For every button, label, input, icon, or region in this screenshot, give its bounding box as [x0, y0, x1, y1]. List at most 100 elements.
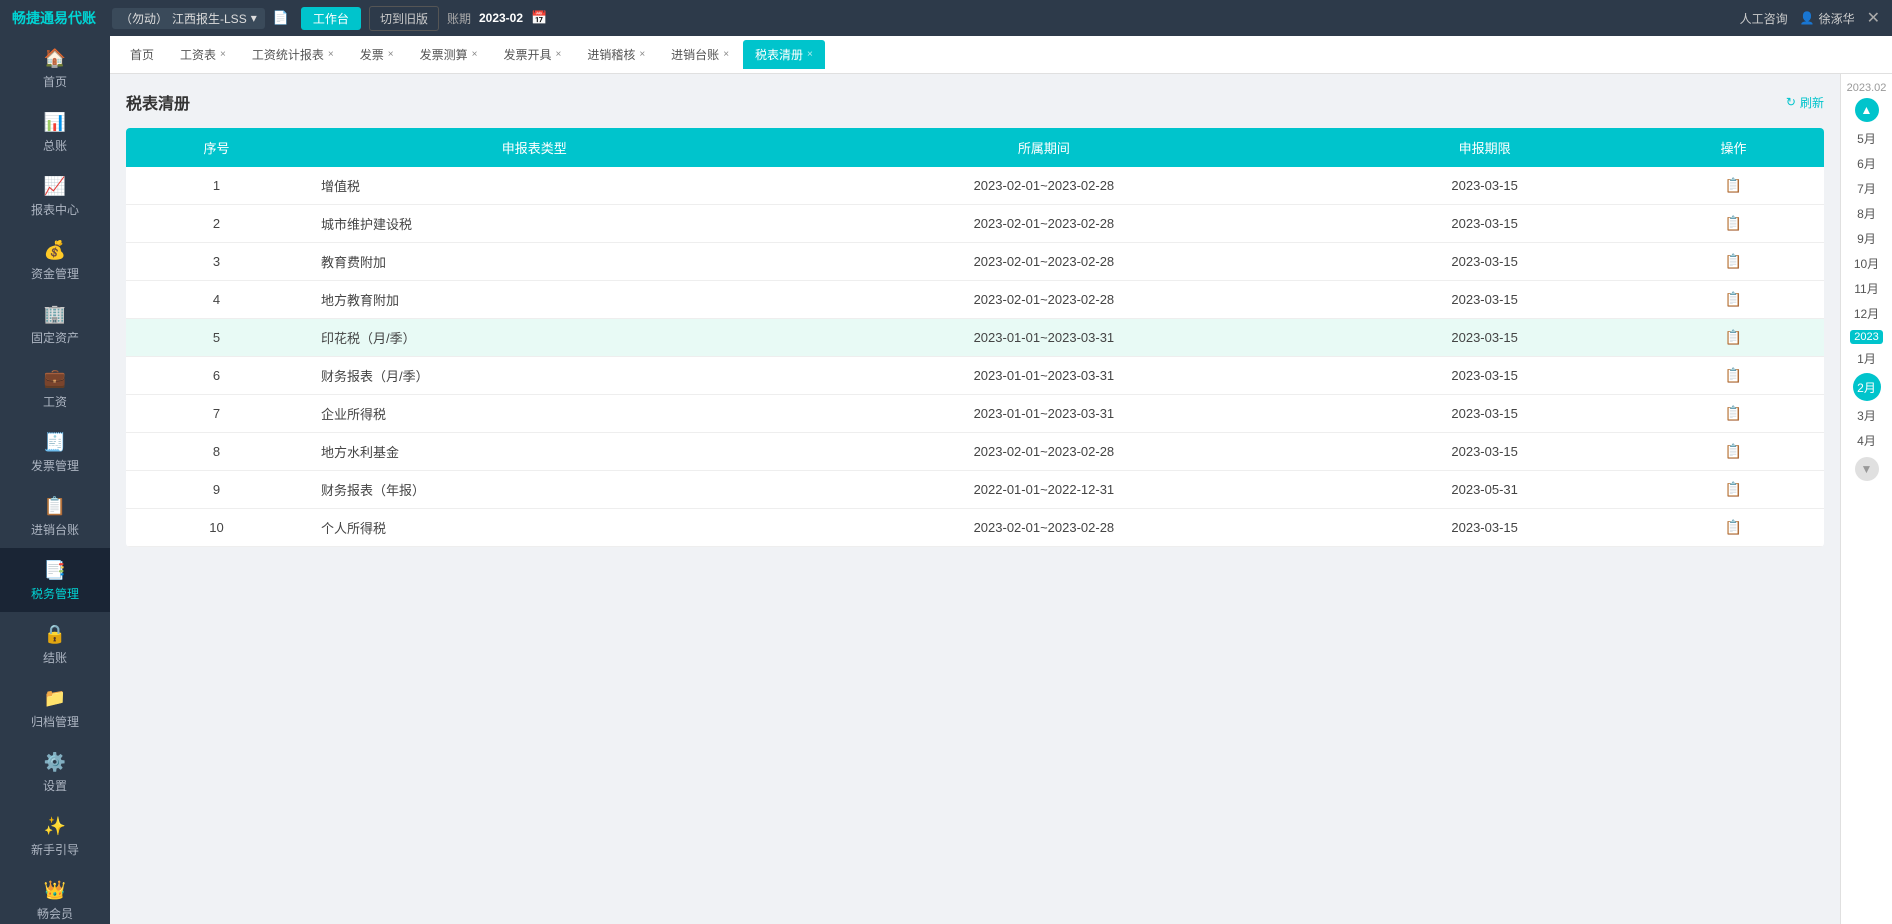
panel-month-2-active[interactable]: 2月 [1853, 373, 1881, 401]
action-doc-icon[interactable]: 📋 [1725, 329, 1742, 345]
sidebar-item-archive[interactable]: 📁 归档管理 [0, 676, 110, 740]
cell-type: 城市维护建设税 [307, 205, 761, 243]
table-row: 9 财务报表（年报） 2022-01-01~2022-12-31 2023-05… [126, 471, 1824, 509]
company-name: 江西报生-LSS [172, 10, 247, 27]
action-doc-icon[interactable]: 📋 [1725, 253, 1742, 269]
sidebar-item-close[interactable]: 🔒 结账 [0, 612, 110, 676]
sidebar-item-home[interactable]: 🏠 首页 [0, 36, 110, 100]
tab-salary-report-close[interactable]: × [328, 49, 334, 60]
cell-action[interactable]: 📋 [1643, 471, 1824, 509]
tab-salary-close[interactable]: × [220, 49, 226, 60]
sidebar-item-invoice[interactable]: 🧾 发票管理 [0, 420, 110, 484]
cell-action[interactable]: 📋 [1643, 395, 1824, 433]
sidebar-item-member[interactable]: 👑 畅会员 [0, 868, 110, 924]
action-doc-icon[interactable]: 📋 [1725, 405, 1742, 421]
sidebar-label-home: 首页 [43, 73, 67, 90]
tab-salary[interactable]: 工资表 × [168, 40, 238, 69]
sidebar-label-member: 畅会员 [37, 905, 73, 922]
table-row: 8 地方水利基金 2023-02-01~2023-02-28 2023-03-1… [126, 433, 1824, 471]
sidebar-item-ledger[interactable]: 📊 总账 [0, 100, 110, 164]
cell-action[interactable]: 📋 [1643, 205, 1824, 243]
username: 徐涿华 [1819, 10, 1855, 27]
close-icon: 🔒 [44, 624, 66, 645]
sidebar-item-tax[interactable]: 📑 税务管理 [0, 548, 110, 612]
salary-icon: 💼 [44, 368, 66, 389]
cell-period: 2023-02-01~2023-02-28 [761, 205, 1326, 243]
sidebar-item-fixed[interactable]: 🏢 固定资产 [0, 292, 110, 356]
home-icon: 🏠 [44, 48, 66, 69]
panel-month-6[interactable]: 6月 [1841, 151, 1892, 176]
close-window-icon[interactable]: ✕ [1867, 8, 1880, 28]
cell-action[interactable]: 📋 [1643, 319, 1824, 357]
sidebar-item-salary[interactable]: 💼 工资 [0, 356, 110, 420]
cell-deadline: 2023-03-15 [1326, 281, 1643, 319]
table-row: 4 地方教育附加 2023-02-01~2023-02-28 2023-03-1… [126, 281, 1824, 319]
tab-tax-clear[interactable]: 税表清册 × [743, 40, 825, 69]
cell-action[interactable]: 📋 [1643, 243, 1824, 281]
cell-action[interactable]: 📋 [1643, 357, 1824, 395]
sidebar-item-purchase[interactable]: 📋 进销台账 [0, 484, 110, 548]
cell-action[interactable]: 📋 [1643, 509, 1824, 547]
tab-tax-clear-close[interactable]: × [807, 49, 813, 60]
table-row: 6 财务报表（月/季） 2023-01-01~2023-03-31 2023-0… [126, 357, 1824, 395]
panel-month-8[interactable]: 8月 [1841, 201, 1892, 226]
sidebar-label-guide: 新手引导 [31, 841, 79, 858]
action-doc-icon[interactable]: 📋 [1725, 291, 1742, 307]
col-header-period: 所属期间 [761, 128, 1326, 167]
panel-month-3[interactable]: 3月 [1841, 403, 1892, 428]
panel-month-11[interactable]: 11月 [1841, 276, 1892, 301]
company-selector[interactable]: （勿动） 江西报生-LSS ▾ [112, 8, 265, 29]
tab-purchase-ledger-close[interactable]: × [723, 49, 729, 60]
sidebar-label-purchase: 进销台账 [31, 521, 79, 538]
tab-purchase-ledger[interactable]: 进销台账 × [659, 40, 741, 69]
action-doc-icon[interactable]: 📋 [1725, 443, 1742, 459]
panel-month-1[interactable]: 1月 [1841, 346, 1892, 371]
cell-action[interactable]: 📋 [1643, 281, 1824, 319]
action-doc-icon[interactable]: 📋 [1725, 519, 1742, 535]
action-doc-icon[interactable]: 📋 [1725, 481, 1742, 497]
cell-action[interactable]: 📋 [1643, 167, 1824, 205]
sidebar-item-settings[interactable]: ⚙️ 设置 [0, 740, 110, 804]
switch-button[interactable]: 切到旧版 [369, 6, 439, 31]
table-row: 3 教育费附加 2023-02-01~2023-02-28 2023-03-15… [126, 243, 1824, 281]
tax-table: 序号 申报表类型 所属期间 申报期限 操作 1 增值税 2023-02-01~2… [126, 128, 1824, 547]
sidebar-item-report[interactable]: 📈 报表中心 [0, 164, 110, 228]
tab-invoice[interactable]: 发票 × [348, 40, 406, 69]
table-row: 1 增值税 2023-02-01~2023-02-28 2023-03-15 📋 [126, 167, 1824, 205]
company-tag: （勿动） [120, 10, 168, 27]
calendar-icon[interactable]: 📅 [531, 10, 547, 26]
tab-purchase-check[interactable]: 进销稽核 × [575, 40, 657, 69]
workspace-button[interactable]: 工作台 [301, 7, 361, 30]
user-avatar[interactable]: 👤 徐涿华 [1800, 10, 1855, 27]
ai-consult[interactable]: 人工咨询 [1740, 10, 1788, 27]
tab-invoice-open[interactable]: 发票开具 × [491, 40, 573, 69]
tab-purchase-check-label: 进销稽核 [587, 46, 635, 63]
panel-month-7[interactable]: 7月 [1841, 176, 1892, 201]
cell-period: 2022-01-01~2022-12-31 [761, 471, 1326, 509]
sidebar-item-fund[interactable]: 💰 资金管理 [0, 228, 110, 292]
panel-scroll-down[interactable]: ▼ [1855, 457, 1879, 481]
cell-period: 2023-01-01~2023-03-31 [761, 357, 1326, 395]
tab-invoice-calc[interactable]: 发票测算 × [408, 40, 490, 69]
sidebar-item-guide[interactable]: ✨ 新手引导 [0, 804, 110, 868]
panel-month-10[interactable]: 10月 [1841, 251, 1892, 276]
panel-month-5[interactable]: 5月 [1841, 126, 1892, 151]
panel-month-12[interactable]: 12月 [1841, 301, 1892, 326]
tab-invoice-close[interactable]: × [388, 49, 394, 60]
action-doc-icon[interactable]: 📋 [1725, 215, 1742, 231]
panel-scroll-up[interactable]: ▲ [1855, 98, 1879, 122]
sidebar-label-fund: 资金管理 [31, 265, 79, 282]
cell-action[interactable]: 📋 [1643, 433, 1824, 471]
tab-invoice-calc-close[interactable]: × [472, 49, 478, 60]
panel-month-4[interactable]: 4月 [1841, 428, 1892, 453]
action-doc-icon[interactable]: 📋 [1725, 367, 1742, 383]
cell-deadline: 2023-03-15 [1326, 395, 1643, 433]
tab-invoice-open-close[interactable]: × [555, 49, 561, 60]
panel-month-9[interactable]: 9月 [1841, 226, 1892, 251]
refresh-button[interactable]: ↻ 刷新 [1786, 94, 1824, 111]
tab-salary-report[interactable]: 工资统计报表 × [240, 40, 346, 69]
tab-home[interactable]: 首页 [118, 40, 166, 69]
action-doc-icon[interactable]: 📋 [1725, 177, 1742, 193]
tab-purchase-check-close[interactable]: × [639, 49, 645, 60]
cell-type: 个人所得税 [307, 509, 761, 547]
